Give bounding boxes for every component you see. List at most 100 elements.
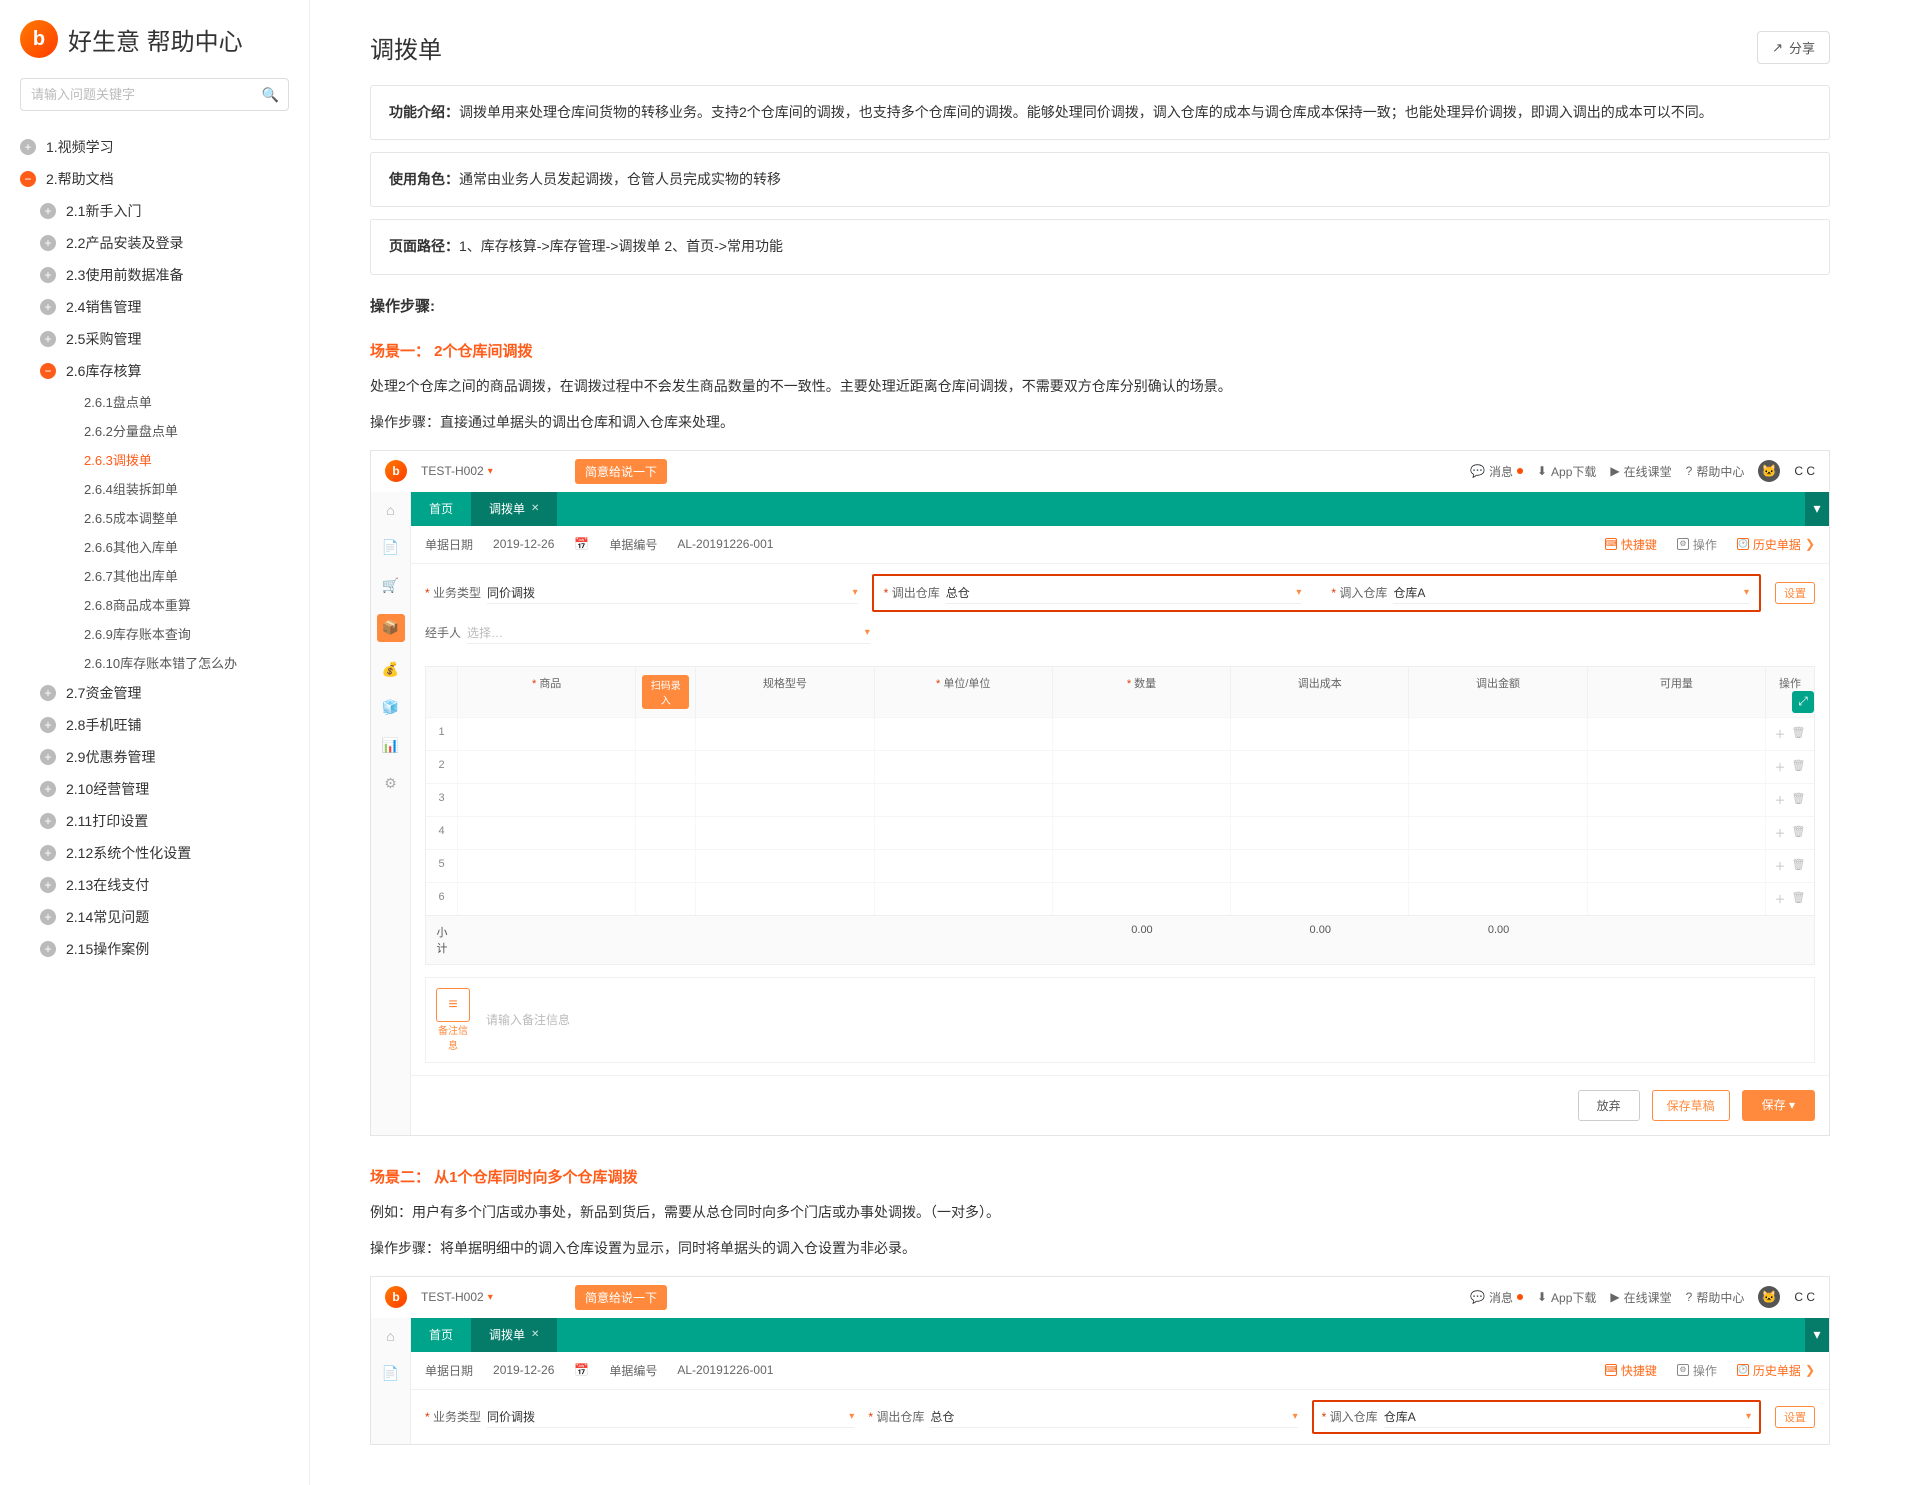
save-draft-button[interactable]: 保存草稿 — [1652, 1090, 1730, 1121]
plus-icon[interactable]: ＋ — [1774, 858, 1785, 874]
tenant-selector[interactable]: TEST-H002▾ — [421, 464, 561, 478]
nav-item-2-12[interactable]: +2.12系统个性化设置 — [20, 837, 309, 869]
nav-item-2-13[interactable]: +2.13在线支付 — [20, 869, 309, 901]
plus-icon[interactable]: ＋ — [1774, 891, 1785, 907]
search-icon[interactable]: 🔍 — [262, 86, 279, 103]
plus-icon[interactable]: ＋ — [1774, 792, 1785, 808]
plus-icon[interactable]: ＋ — [1774, 825, 1785, 841]
topbar-course[interactable]: ▶在线课堂 — [1610, 1289, 1671, 1306]
trash-icon[interactable]: 🗑 — [1791, 726, 1805, 742]
rail-wallet-icon[interactable]: 💰 — [381, 660, 401, 680]
handler-select[interactable]: 选择…▾ — [467, 622, 870, 644]
close-icon[interactable]: ✕ — [531, 1329, 539, 1340]
quick-keys-link[interactable]: ⌨快捷键 — [1605, 536, 1657, 553]
tenant-selector[interactable]: TEST-H002▾ — [421, 1290, 561, 1304]
tab-current[interactable]: 调拨单✕ — [471, 1318, 557, 1352]
col-barcode[interactable]: 扫码录入 — [636, 667, 696, 717]
share-button[interactable]: ↗ 分享 — [1757, 31, 1830, 64]
close-icon[interactable]: ✕ — [531, 503, 539, 514]
nav-item-2-1[interactable]: +2.1新手入门 — [20, 195, 309, 227]
settings-button[interactable]: 设置 — [1775, 582, 1815, 604]
biztype-select[interactable]: 同价调拨▾ — [487, 1406, 854, 1428]
topbar-course[interactable]: ▶在线课堂 — [1610, 463, 1671, 480]
nav-item-2-10[interactable]: +2.10经营管理 — [20, 773, 309, 805]
tab-menu-icon[interactable]: ▾ — [1805, 1318, 1829, 1352]
nav-item-2-3[interactable]: +2.3使用前数据准备 — [20, 259, 309, 291]
plus-icon[interactable]: ＋ — [1774, 726, 1785, 742]
trash-icon[interactable]: 🗑 — [1791, 825, 1805, 841]
inwh-select[interactable]: 仓库A▾ — [1393, 582, 1749, 604]
calendar-icon[interactable]: 📅 — [574, 537, 589, 551]
topbar-help[interactable]: ?帮助中心 — [1686, 463, 1745, 480]
tab-menu-icon[interactable]: ▾ — [1805, 492, 1829, 526]
nav-item-2-2[interactable]: +2.2产品安装及登录 — [20, 227, 309, 259]
nav-item-2-6-4[interactable]: 2.6.4组装拆卸单 — [20, 474, 309, 503]
remark-input[interactable]: 请输入备注信息 — [480, 1005, 1804, 1034]
ops-link[interactable]: ⚙操作 — [1677, 1362, 1717, 1379]
nav-item-2-6-5[interactable]: 2.6.5成本调整单 — [20, 503, 309, 532]
nav-item-2-7[interactable]: +2.7资金管理 — [20, 677, 309, 709]
nav-item-2-5[interactable]: +2.5采购管理 — [20, 323, 309, 355]
topbar-download[interactable]: ⬇App下载 — [1537, 463, 1596, 480]
nav-item-2-8[interactable]: +2.8手机旺铺 — [20, 709, 309, 741]
tab-current[interactable]: 调拨单✕ — [471, 492, 557, 526]
nav-item-2-6[interactable]: −2.6库存核算 — [20, 355, 309, 387]
discard-button[interactable]: 放弃 — [1578, 1090, 1640, 1121]
inwh-select[interactable]: 仓库A▾ — [1384, 1406, 1751, 1428]
rail-doc-icon[interactable]: 📄 — [381, 1364, 401, 1384]
meta-date[interactable]: 2019-12-26 — [493, 537, 554, 551]
outwh-select[interactable]: 总仓▾ — [946, 582, 1302, 604]
nav-item-2-9[interactable]: +2.9优惠券管理 — [20, 741, 309, 773]
outwh-select[interactable]: 总仓▾ — [930, 1406, 1297, 1428]
trash-icon[interactable]: 🗑 — [1791, 858, 1805, 874]
quick-keys-link[interactable]: ⌨快捷键 — [1605, 1362, 1657, 1379]
rail-goods-icon[interactable]: 🧊 — [381, 698, 401, 718]
topbar-messages[interactable]: 💬消息 — [1470, 1289, 1523, 1306]
expand-icon[interactable]: ⤢ — [1792, 691, 1814, 713]
nav-item-video[interactable]: +1.视频学习 — [20, 131, 309, 163]
nav-item-2-11[interactable]: +2.11打印设置 — [20, 805, 309, 837]
history-link[interactable]: 🕑历史单据❯ — [1737, 1362, 1815, 1379]
rail-home-icon[interactable]: ⌂ — [381, 1326, 401, 1346]
nav-item-2-15[interactable]: +2.15操作案例 — [20, 933, 309, 965]
nav-item-2-6-10[interactable]: 2.6.10库存账本错了怎么办 — [20, 648, 309, 677]
nav-item-docs[interactable]: −2.帮助文档 — [20, 163, 309, 195]
avatar[interactable]: 🐱 — [1758, 1286, 1780, 1308]
rail-settings-icon[interactable]: ⚙ — [381, 774, 401, 794]
tab-home[interactable]: 首页 — [411, 1318, 471, 1352]
ops-link[interactable]: ⚙操作 — [1677, 536, 1717, 553]
rail-doc-icon[interactable]: 📄 — [381, 538, 401, 558]
rail-home-icon[interactable]: ⌂ — [381, 500, 401, 520]
nav-item-2-6-7[interactable]: 2.6.7其他出库单 — [20, 561, 309, 590]
rail-box-icon[interactable]: 📦 — [377, 614, 405, 642]
nav-item-2-6-2[interactable]: 2.6.2分量盘点单 — [20, 416, 309, 445]
save-button[interactable]: 保存 ▾ — [1742, 1090, 1815, 1121]
helper-button[interactable]: 简意给说一下 — [575, 1285, 667, 1310]
avatar[interactable]: 🐱 — [1758, 460, 1780, 482]
calendar-icon[interactable]: 📅 — [574, 1363, 589, 1377]
nav-item-2-6-1[interactable]: 2.6.1盘点单 — [20, 387, 309, 416]
nav-item-2-6-8[interactable]: 2.6.8商品成本重算 — [20, 590, 309, 619]
expand-icon: + — [40, 781, 56, 797]
nav-item-2-6-9[interactable]: 2.6.9库存账本查询 — [20, 619, 309, 648]
rail-report-icon[interactable]: 📊 — [381, 736, 401, 756]
trash-icon[interactable]: 🗑 — [1791, 759, 1805, 775]
topbar-help[interactable]: ?帮助中心 — [1686, 1289, 1745, 1306]
search-input[interactable] — [20, 78, 289, 111]
plus-icon[interactable]: ＋ — [1774, 759, 1785, 775]
topbar-download[interactable]: ⬇App下载 — [1537, 1289, 1596, 1306]
remark-icon[interactable]: ≡ — [436, 988, 470, 1022]
nav-item-2-6-3[interactable]: 2.6.3调拨单 — [20, 445, 309, 474]
biztype-select[interactable]: 同价调拨▾ — [487, 582, 858, 604]
nav-item-2-14[interactable]: +2.14常见问题 — [20, 901, 309, 933]
tab-home[interactable]: 首页 — [411, 492, 471, 526]
nav-item-2-4[interactable]: +2.4销售管理 — [20, 291, 309, 323]
trash-icon[interactable]: 🗑 — [1791, 792, 1805, 808]
trash-icon[interactable]: 🗑 — [1791, 891, 1805, 907]
rail-cart-icon[interactable]: 🛒 — [381, 576, 401, 596]
nav-item-2-6-6[interactable]: 2.6.6其他入库单 — [20, 532, 309, 561]
helper-button[interactable]: 简意给说一下 — [575, 459, 667, 484]
history-link[interactable]: 🕑历史单据❯ — [1737, 536, 1815, 553]
settings-button[interactable]: 设置 — [1775, 1406, 1815, 1428]
topbar-messages[interactable]: 💬消息 — [1470, 463, 1523, 480]
